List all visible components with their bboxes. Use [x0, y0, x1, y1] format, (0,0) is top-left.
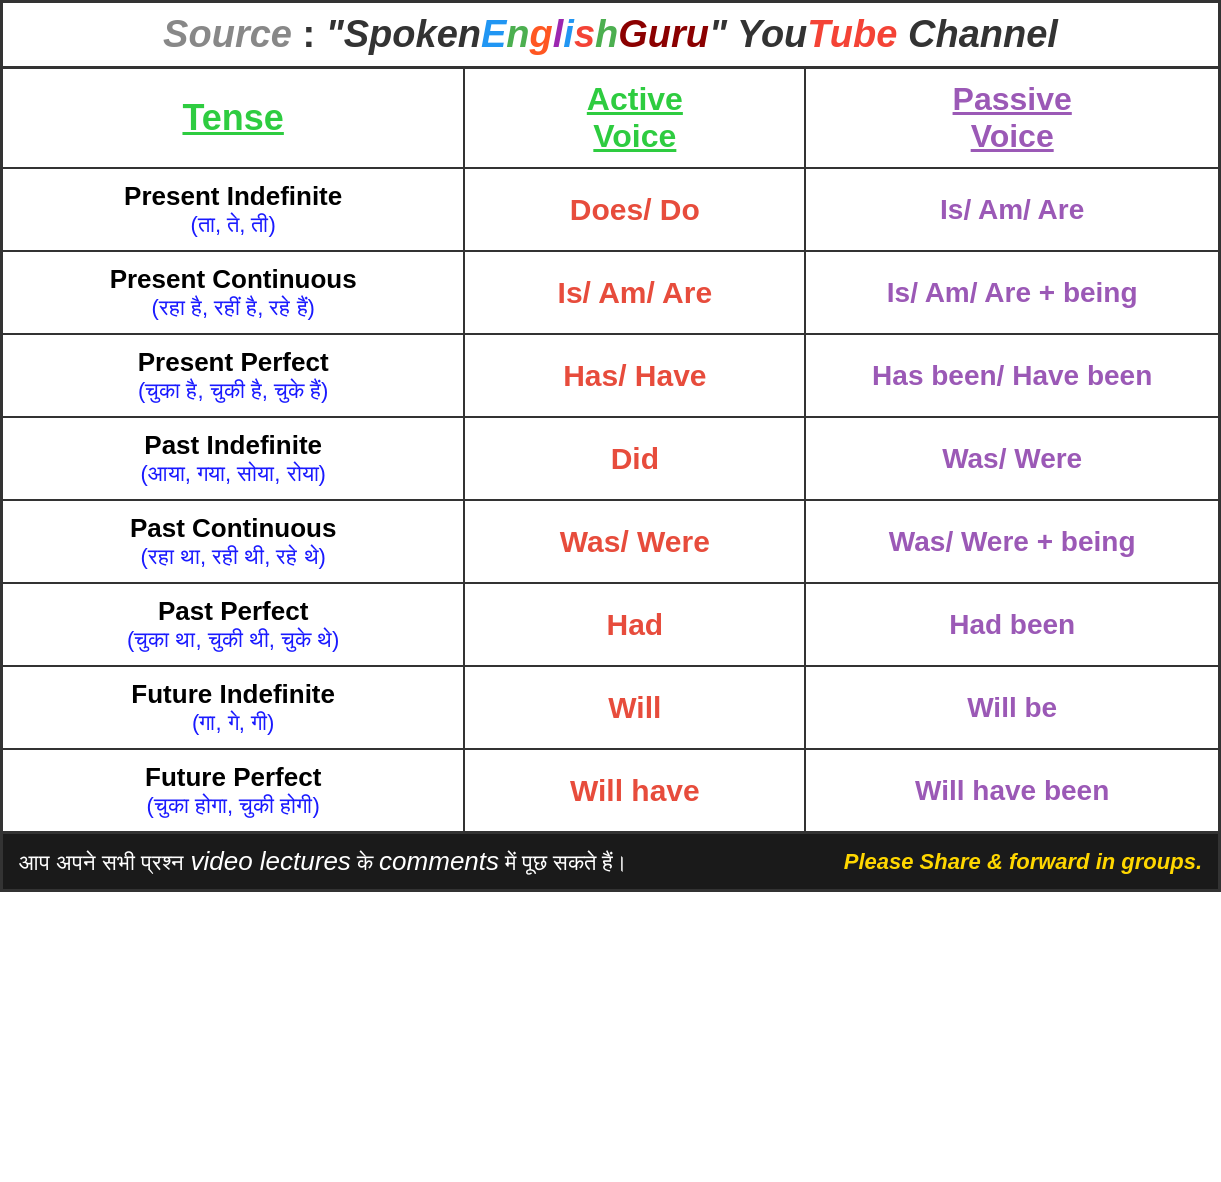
active-cell: Did	[464, 417, 805, 500]
footer: आप अपने सभी प्रश्न video lectures के com…	[0, 834, 1221, 892]
table-row: Past Perfect(चुका था, चुकी थी, चुके थे)H…	[2, 583, 1220, 666]
active-cell: Is/ Am/ Are	[464, 251, 805, 334]
passive-cell: Has been/ Have been	[805, 334, 1219, 417]
table-row: Present Perfect(चुका है, चुकी है, चुके ह…	[2, 334, 1220, 417]
passive-cell: Will be	[805, 666, 1219, 749]
tense-cell: Present Indefinite(ता, ते, ती)	[2, 168, 465, 251]
passive-cell: Was/ Were	[805, 417, 1219, 500]
footer-right: Please Share & forward in groups.	[844, 849, 1202, 875]
header-tense: Tense	[2, 68, 465, 169]
header-passive: PassiveVoice	[805, 68, 1219, 169]
passive-cell: Was/ Were + being	[805, 500, 1219, 583]
passive-cell: Will have been	[805, 749, 1219, 833]
passive-cell: Is/ Am/ Are	[805, 168, 1219, 251]
table-row: Future Indefinite(गा, गे, गी)WillWill be	[2, 666, 1220, 749]
tense-cell: Past Indefinite(आया, गया, सोया, रोया)	[2, 417, 465, 500]
table-row: Present Indefinite(ता, ते, ती)Does/ DoIs…	[2, 168, 1220, 251]
header: Source : "SpokenEnglishGuru" YouTube Cha…	[0, 0, 1221, 66]
active-cell: Was/ Were	[464, 500, 805, 583]
active-cell: Will have	[464, 749, 805, 833]
table-row: Past Continuous(रहा था, रही थी, रहे थे)W…	[2, 500, 1220, 583]
header-active: ActiveVoice	[464, 68, 805, 169]
table-row: Present Continuous(रहा है, रहीं है, रहे …	[2, 251, 1220, 334]
table-row: Past Indefinite(आया, गया, सोया, रोया)Did…	[2, 417, 1220, 500]
footer-left: आप अपने सभी प्रश्न video lectures के com…	[19, 846, 628, 877]
tense-cell: Past Continuous(रहा था, रही थी, रहे थे)	[2, 500, 465, 583]
passive-cell: Had been	[805, 583, 1219, 666]
tense-cell: Future Indefinite(गा, गे, गी)	[2, 666, 465, 749]
passive-cell: Is/ Am/ Are + being	[805, 251, 1219, 334]
active-cell: Will	[464, 666, 805, 749]
active-cell: Had	[464, 583, 805, 666]
tense-cell: Present Continuous(रहा है, रहीं है, रहे …	[2, 251, 465, 334]
active-cell: Has/ Have	[464, 334, 805, 417]
tense-cell: Future Perfect(चुका होगा, चुकी होगी)	[2, 749, 465, 833]
active-cell: Does/ Do	[464, 168, 805, 251]
tense-cell: Present Perfect(चुका है, चुकी है, चुके ह…	[2, 334, 465, 417]
table-row: Future Perfect(चुका होगा, चुकी होगी)Will…	[2, 749, 1220, 833]
tense-cell: Past Perfect(चुका था, चुकी थी, चुके थे)	[2, 583, 465, 666]
